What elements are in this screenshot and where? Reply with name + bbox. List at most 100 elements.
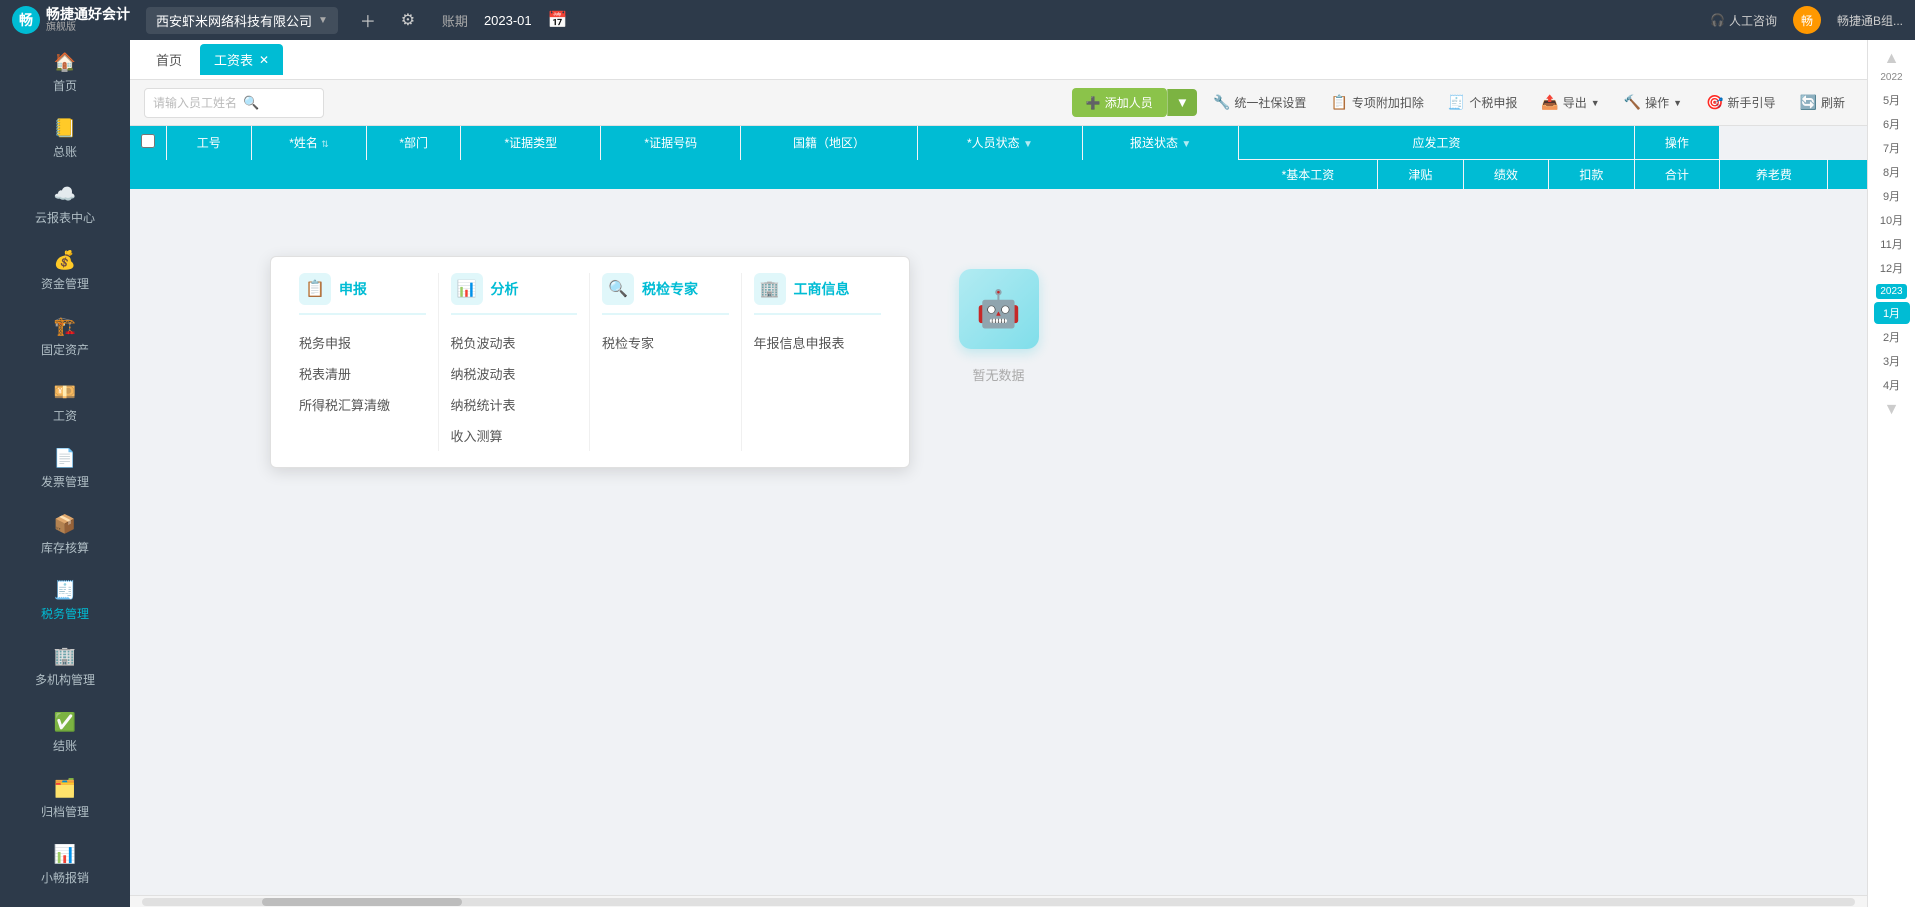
refresh-btn[interactable]: 🔄 刷新: [1792, 90, 1853, 115]
timeline-month-3[interactable]: 3月: [1874, 350, 1910, 372]
table-container: 工号 *姓名 ⇅ *部门 *证据类型 *证据号码 国籍（地区） *人员状态 ▼ …: [130, 126, 1867, 907]
th-payroll-group: 应发工资: [1239, 126, 1634, 160]
timeline-month-2[interactable]: 2月: [1874, 326, 1910, 348]
biz-section-title: 工商信息: [794, 279, 850, 299]
app-sub: 旗舰版: [46, 22, 130, 34]
sidebar-item-settings[interactable]: ⚙️ 基础设置: [0, 898, 130, 907]
empty-text: 暂无数据: [972, 365, 1024, 384]
select-all-checkbox[interactable]: [141, 134, 155, 148]
timeline-month-12[interactable]: 12月: [1874, 257, 1910, 279]
menu-item-tax-stats[interactable]: 纳税统计表: [451, 389, 578, 420]
menu-item-tax-declare[interactable]: 税务申报: [299, 327, 426, 358]
operation-btn[interactable]: 🔨 操作 ▼: [1616, 90, 1690, 115]
invoice-icon: 📄: [54, 448, 76, 469]
th-name: *姓名 ⇅: [252, 126, 367, 160]
tab-close-icon[interactable]: ✕: [259, 53, 269, 67]
timeline-panel: ▲ 2022 5月 6月 7月 8月 9月 10月 11月 12月 2023 1…: [1867, 40, 1915, 907]
special-deduct-btn[interactable]: 📋 专项附加扣除: [1322, 90, 1431, 115]
calendar-icon[interactable]: 📅: [548, 10, 568, 30]
menu-item-expert[interactable]: 税检专家: [602, 327, 729, 358]
sidebar-item-settle[interactable]: ✅ 结账: [0, 700, 130, 766]
settings-icon[interactable]: ⚙: [394, 6, 422, 34]
company-name: 西安虾米网络科技有限公司: [156, 11, 312, 30]
social-security-btn[interactable]: 🔧 统一社保设置: [1205, 90, 1314, 115]
tab-home[interactable]: 首页: [142, 44, 196, 75]
declare-section-icon: 📋: [299, 273, 331, 305]
tab-salary[interactable]: 工资表 ✕: [200, 44, 283, 75]
export-chevron: ▼: [1591, 98, 1600, 108]
export-btn[interactable]: 📤 导出 ▼: [1533, 90, 1607, 115]
sidebar-label-inventory: 库存核算: [41, 539, 89, 556]
table-wrap[interactable]: 工号 *姓名 ⇅ *部门 *证据类型 *证据号码 国籍（地区） *人员状态 ▼ …: [130, 126, 1867, 895]
search-input[interactable]: 请输入员工姓名 🔍: [144, 88, 324, 118]
empty-robot-icon: 🤖: [959, 269, 1039, 349]
timeline-month-9[interactable]: 9月: [1874, 185, 1910, 207]
multi-icon: 🏢: [54, 646, 76, 667]
app-title: 畅捷通好会计: [46, 6, 130, 23]
guide-btn[interactable]: 🎯 新手引导: [1698, 90, 1783, 115]
scrollbar-track: [142, 898, 1855, 906]
sidebar-item-salary[interactable]: 💴 工资: [0, 370, 130, 436]
dropdown-section-declare: 📋 申报 税务申报 税表清册 所得税汇算清缴: [287, 273, 439, 451]
period-value: 2023-01: [484, 13, 532, 28]
menu-item-tax-burden[interactable]: 税负波动表: [451, 327, 578, 358]
sidebar-label-archive: 归档管理: [41, 803, 89, 820]
th-operation: 操作: [1634, 126, 1720, 160]
th-dept: *部门: [367, 126, 461, 160]
sidebar-item-ledger[interactable]: 📒 总账: [0, 106, 130, 172]
timeline-month-5[interactable]: 5月: [1874, 89, 1910, 111]
operation-chevron: ▼: [1673, 98, 1682, 108]
checkbox-all-th[interactable]: [130, 126, 166, 160]
th-nation: 国籍（地区）: [741, 126, 918, 160]
menu-item-income-estimate[interactable]: 收入测算: [451, 420, 578, 451]
sidebar-item-multi[interactable]: 🏢 多机构管理: [0, 634, 130, 700]
asset-icon: 🏗️: [54, 316, 76, 337]
sidebar-label-fund: 资金管理: [41, 275, 89, 292]
add-icon: ➕: [1086, 96, 1101, 110]
sidebar-item-tax[interactable]: 🧾 税务管理: [0, 568, 130, 634]
timeline-month-10[interactable]: 10月: [1874, 209, 1910, 231]
sidebar-item-inventory[interactable]: 📦 库存核算: [0, 502, 130, 568]
add-person-dropdown-icon[interactable]: ▼: [1167, 89, 1197, 116]
timeline-month-8[interactable]: 8月: [1874, 161, 1910, 183]
sidebar-label-salary: 工资: [53, 407, 77, 424]
timeline-next-btn[interactable]: ▼: [1880, 397, 1904, 423]
sidebar-item-asset[interactable]: 🏗️ 固定资产: [0, 304, 130, 370]
sidebar-item-invoice[interactable]: 📄 发票管理: [0, 436, 130, 502]
th-job-num: 工号: [166, 126, 252, 160]
sidebar-item-fund[interactable]: 💰 资金管理: [0, 238, 130, 304]
timeline-month-11[interactable]: 11月: [1874, 233, 1910, 255]
menu-item-income-tax[interactable]: 所得税汇算清缴: [299, 389, 426, 420]
tab-home-label: 首页: [156, 53, 182, 68]
special-deduct-label: 专项附加扣除: [1352, 94, 1424, 111]
user-avatar[interactable]: 畅: [1793, 6, 1821, 34]
dropdown-popup: 📋 申报 税务申报 税表清册 所得税汇算清缴 📊 分析 税负波动表: [270, 256, 910, 468]
company-selector[interactable]: 西安虾米网络科技有限公司 ▼: [146, 7, 338, 34]
timeline-prev-btn[interactable]: ▲: [1880, 46, 1904, 72]
timeline-month-6[interactable]: 6月: [1874, 113, 1910, 135]
menu-item-annual-report[interactable]: 年报信息申报表: [754, 327, 882, 358]
sidebar-item-home[interactable]: 🏠 首页: [0, 40, 130, 106]
timeline-year-badge-2023: 2023: [1876, 284, 1906, 299]
sidebar-item-cloud[interactable]: ☁️ 云报表中心: [0, 172, 130, 238]
cloud-icon: ☁️: [54, 184, 76, 205]
sidebar-item-report[interactable]: 📊 小畅报销: [0, 832, 130, 898]
timeline-month-7[interactable]: 7月: [1874, 137, 1910, 159]
add-person-button[interactable]: ➕ 添加人员: [1072, 88, 1167, 117]
add-person-btn-group[interactable]: ➕ 添加人员 ▼: [1072, 88, 1197, 117]
sidebar: 🏠 首页 📒 总账 ☁️ 云报表中心 💰 资金管理 🏗️ 固定资产 💴 工资 📄…: [0, 40, 130, 907]
th-base-salary: *基本工资: [1239, 160, 1378, 190]
personal-tax-btn[interactable]: 🧾 个税申报: [1440, 90, 1525, 115]
customer-service-button[interactable]: 🎧 人工咨询: [1710, 12, 1777, 29]
menu-item-tax-fluctuation[interactable]: 纳税波动表: [451, 358, 578, 389]
ledger-icon: 📒: [54, 118, 76, 139]
th-allowance: 津贴: [1378, 160, 1464, 190]
bottom-scrollbar[interactable]: [130, 895, 1867, 907]
timeline-month-1[interactable]: 1月: [1874, 302, 1910, 324]
menu-item-tax-list[interactable]: 税表清册: [299, 358, 426, 389]
declare-section-title: 申报: [339, 279, 367, 299]
add-company-button[interactable]: ＋: [354, 6, 382, 34]
sidebar-item-archive[interactable]: 🗂️ 归档管理: [0, 766, 130, 832]
topbar: 畅 畅捷通好会计 旗舰版 西安虾米网络科技有限公司 ▼ ＋ ⚙ 账期 2023-…: [0, 0, 1915, 40]
timeline-month-4[interactable]: 4月: [1874, 374, 1910, 396]
